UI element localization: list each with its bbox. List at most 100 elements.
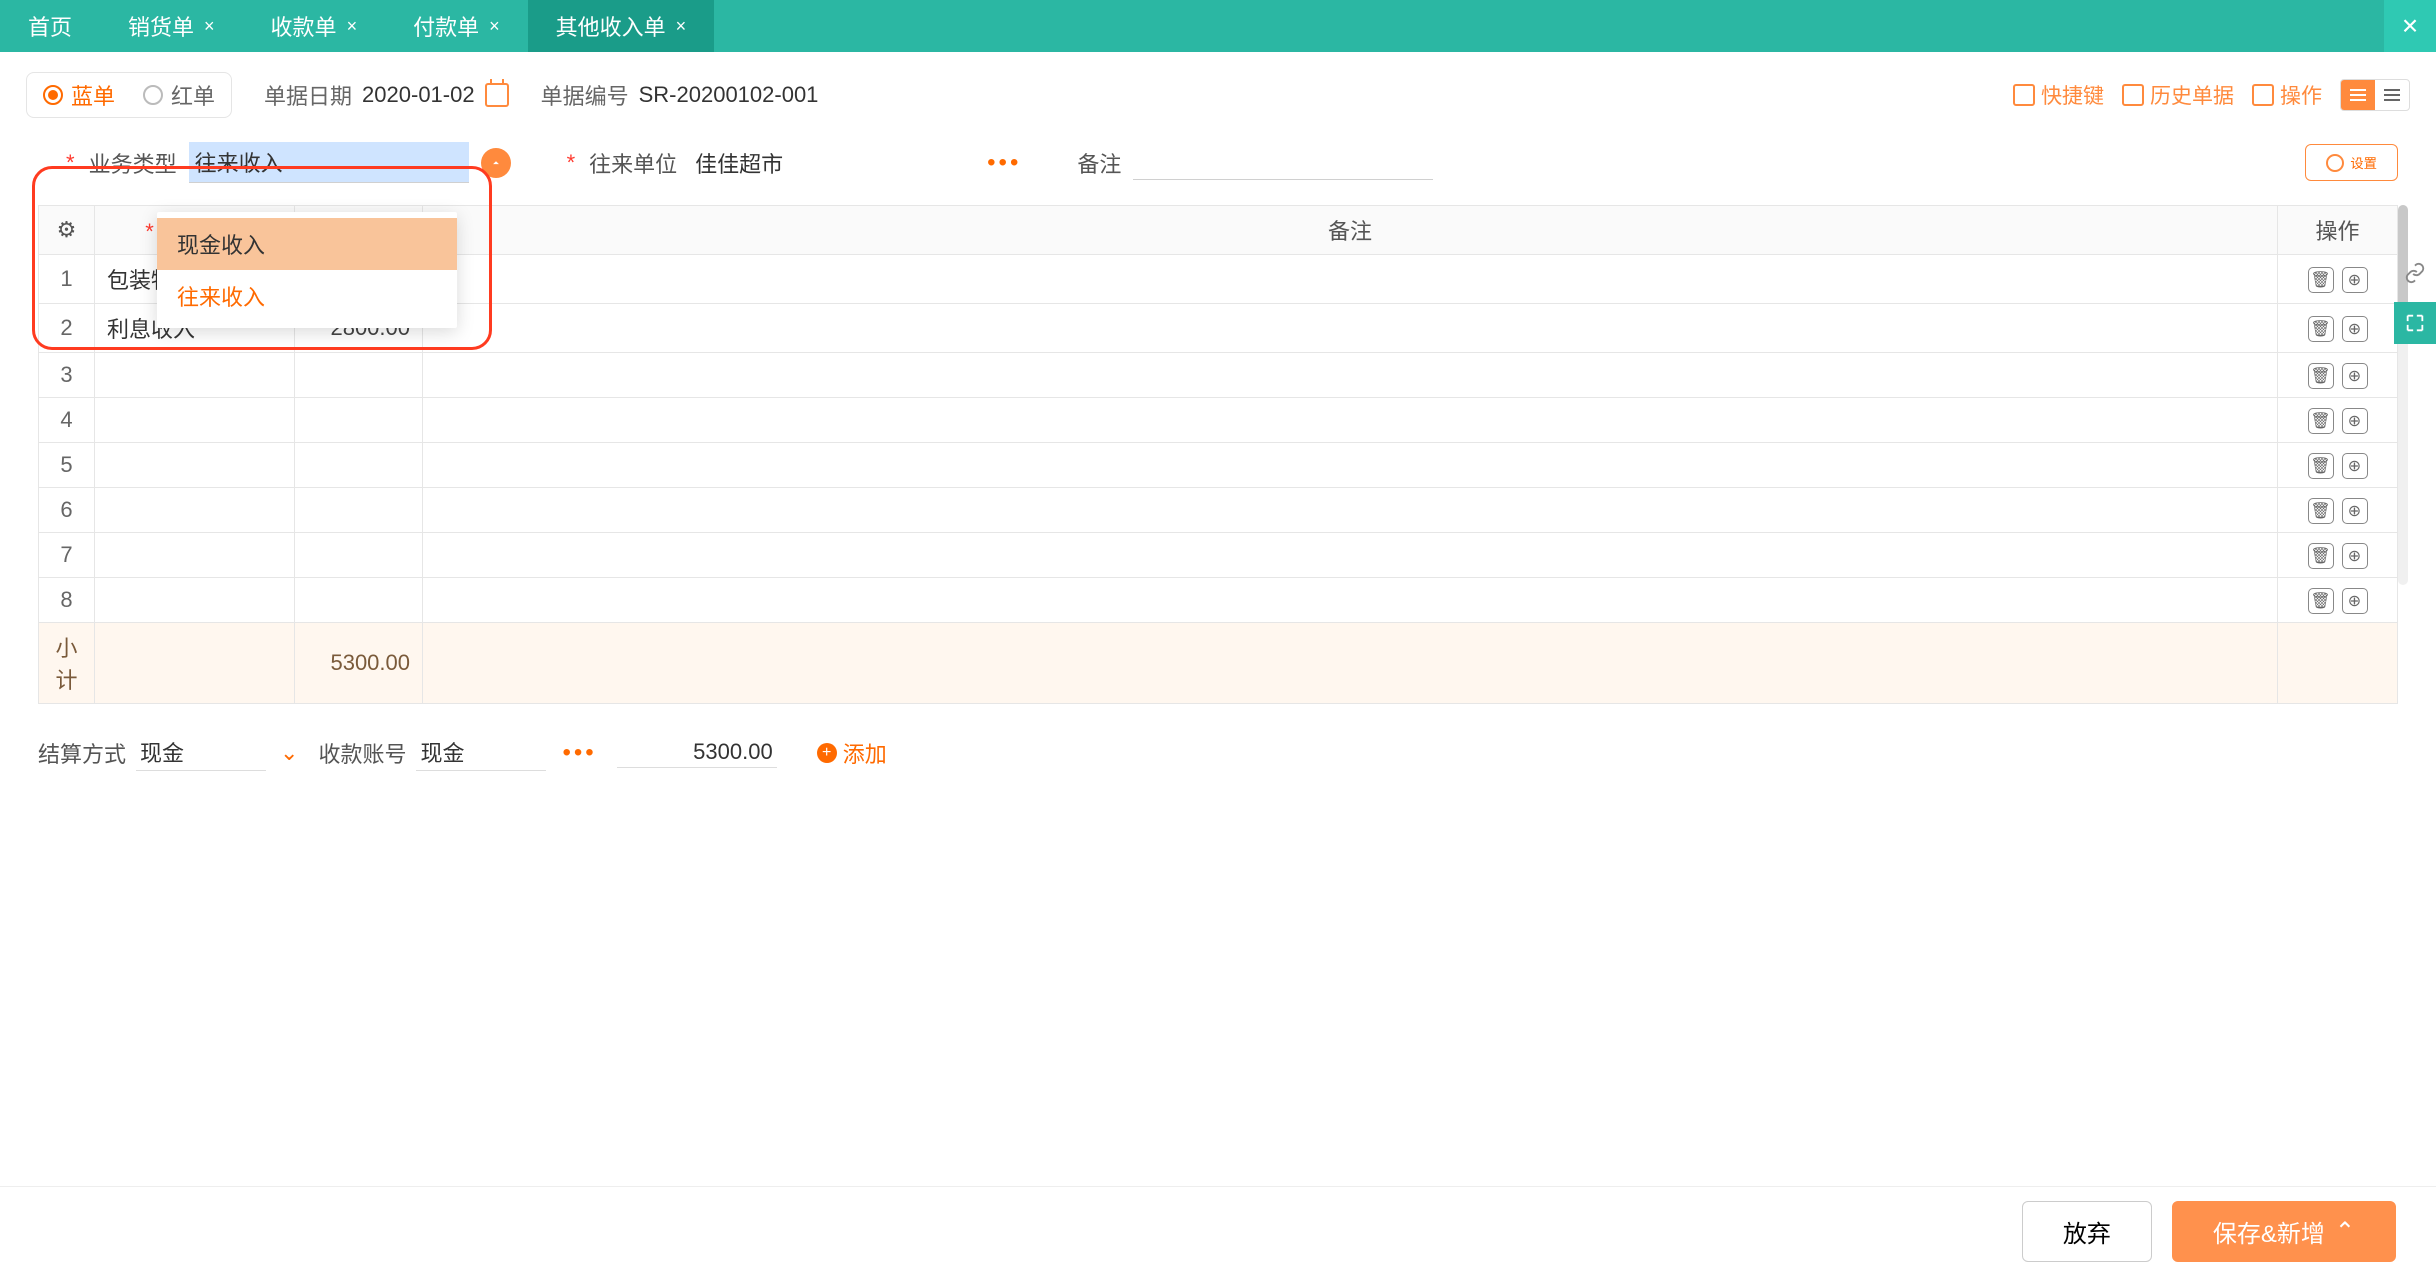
dropdown-item-receivable[interactable]: 往来收入 bbox=[157, 270, 457, 322]
add-row-icon[interactable]: ⊕ bbox=[2342, 498, 2368, 524]
cell-remark[interactable] bbox=[423, 398, 2278, 443]
delete-icon[interactable]: 🗑 bbox=[2308, 408, 2334, 434]
cell-ops: 🗑⊕ bbox=[2278, 398, 2398, 443]
cell-remark[interactable] bbox=[423, 488, 2278, 533]
delete-icon[interactable]: 🗑 bbox=[2308, 267, 2334, 293]
remark-input[interactable] bbox=[1133, 145, 1433, 180]
add-row-icon[interactable]: ⊕ bbox=[2342, 363, 2368, 389]
cell-amount[interactable] bbox=[295, 443, 423, 488]
cell-category[interactable] bbox=[95, 443, 295, 488]
partner-input[interactable]: 佳佳超市 bbox=[689, 143, 969, 183]
bill-type-radio-group: 蓝单 红单 bbox=[26, 72, 232, 118]
chevron-up-icon[interactable] bbox=[481, 148, 511, 178]
cell-category[interactable] bbox=[95, 398, 295, 443]
close-icon[interactable]: × bbox=[676, 16, 687, 37]
add-payment-button[interactable]: + 添加 bbox=[817, 737, 887, 769]
partner-label: 往来单位 bbox=[589, 147, 677, 179]
cell-remark[interactable] bbox=[423, 353, 2278, 398]
add-row-icon[interactable]: ⊕ bbox=[2342, 453, 2368, 479]
link-icon[interactable] bbox=[2394, 252, 2436, 294]
add-row-icon[interactable]: ⊕ bbox=[2342, 588, 2368, 614]
app-close-button[interactable]: × bbox=[2384, 0, 2436, 52]
cell-amount[interactable] bbox=[295, 398, 423, 443]
remark-field: 备注 bbox=[1077, 145, 1433, 180]
cell-remark[interactable] bbox=[423, 255, 2278, 304]
cell-category[interactable] bbox=[95, 578, 295, 623]
shortcut-link[interactable]: 快捷键 bbox=[2013, 80, 2104, 110]
delete-icon[interactable]: 🗑 bbox=[2308, 453, 2334, 479]
settings-button[interactable]: 设置 bbox=[2305, 144, 2398, 181]
tab-home[interactable]: 首页 bbox=[0, 0, 100, 52]
grid-view-button[interactable] bbox=[2375, 80, 2409, 110]
row-index: 7 bbox=[39, 533, 95, 578]
cell-category[interactable] bbox=[95, 353, 295, 398]
payment-amount-value[interactable]: 5300.00 bbox=[617, 737, 777, 768]
biz-type-label: 业务类型 bbox=[89, 147, 177, 179]
more-icon[interactable]: ••• bbox=[562, 739, 596, 767]
delete-icon[interactable]: 🗑 bbox=[2308, 363, 2334, 389]
add-row-icon[interactable]: ⊕ bbox=[2342, 543, 2368, 569]
bill-no-label: 单据编号 bbox=[541, 79, 629, 111]
cell-amount[interactable] bbox=[295, 488, 423, 533]
cell-amount[interactable] bbox=[295, 533, 423, 578]
side-toolbar bbox=[2394, 252, 2436, 344]
tab-payment[interactable]: 付款单× bbox=[385, 0, 528, 52]
tab-receipt[interactable]: 收款单× bbox=[243, 0, 386, 52]
chevron-up-icon: ⌃ bbox=[2335, 1217, 2355, 1246]
cell-ops: 🗑⊕ bbox=[2278, 578, 2398, 623]
partner-field: * 往来单位 佳佳超市 ••• bbox=[567, 143, 1022, 183]
cell-remark[interactable] bbox=[423, 533, 2278, 578]
delete-icon[interactable]: 🗑 bbox=[2308, 543, 2334, 569]
settle-value[interactable]: 现金 bbox=[136, 734, 266, 771]
add-row-icon[interactable]: ⊕ bbox=[2342, 316, 2368, 342]
footer: 放弃 保存&新增 ⌃ bbox=[0, 1186, 2436, 1276]
required-asterisk: * bbox=[567, 150, 576, 176]
dropdown-item-cash[interactable]: 现金收入 bbox=[157, 218, 457, 270]
delete-icon[interactable]: 🗑 bbox=[2308, 316, 2334, 342]
add-row-icon[interactable]: ⊕ bbox=[2342, 408, 2368, 434]
calendar-icon[interactable] bbox=[485, 83, 509, 107]
close-icon[interactable]: × bbox=[204, 16, 215, 37]
tab-other-income[interactable]: 其他收入单× bbox=[528, 0, 715, 52]
cell-ops: 🗑⊕ bbox=[2278, 353, 2398, 398]
keyboard-icon bbox=[2013, 84, 2035, 106]
list-view-button[interactable] bbox=[2341, 80, 2375, 110]
cell-remark[interactable] bbox=[423, 578, 2278, 623]
operations-link[interactable]: 操作 bbox=[2252, 80, 2322, 110]
save-and-new-button[interactable]: 保存&新增 ⌃ bbox=[2172, 1201, 2396, 1262]
cell-category[interactable] bbox=[95, 533, 295, 578]
history-link[interactable]: 历史单据 bbox=[2122, 80, 2234, 110]
table-row: 4🗑⊕ bbox=[39, 398, 2398, 443]
subtotal-label: 小计 bbox=[39, 623, 95, 704]
biz-type-input[interactable]: 往来收入 bbox=[189, 142, 469, 183]
expand-icon[interactable] bbox=[2394, 302, 2436, 344]
delete-icon[interactable]: 🗑 bbox=[2308, 498, 2334, 524]
add-row-icon[interactable]: ⊕ bbox=[2342, 267, 2368, 293]
cell-amount[interactable] bbox=[295, 578, 423, 623]
cell-remark[interactable] bbox=[423, 304, 2278, 353]
more-icon[interactable]: ••• bbox=[987, 149, 1021, 177]
radio-icon bbox=[143, 85, 163, 105]
delete-icon[interactable]: 🗑 bbox=[2308, 588, 2334, 614]
chevron-down-icon[interactable]: ⌄ bbox=[280, 740, 298, 766]
tab-sales[interactable]: 销货单× bbox=[100, 0, 243, 52]
red-bill-radio[interactable]: 红单 bbox=[143, 79, 215, 111]
form-row: * 业务类型 往来收入 * 往来单位 佳佳超市 ••• 备注 设置 bbox=[12, 132, 2424, 193]
gear-icon[interactable]: ⚙ bbox=[55, 218, 79, 242]
right-toolbar: 快捷键 历史单据 操作 bbox=[2013, 79, 2410, 111]
th-remark: 备注 bbox=[423, 206, 2278, 255]
row-index: 4 bbox=[39, 398, 95, 443]
row-index: 6 bbox=[39, 488, 95, 533]
close-icon[interactable]: × bbox=[489, 16, 500, 37]
account-value[interactable]: 现金 bbox=[416, 734, 546, 771]
bill-date-value[interactable]: 2020-01-02 bbox=[362, 82, 475, 108]
row-index: 1 bbox=[39, 255, 95, 304]
blue-bill-radio[interactable]: 蓝单 bbox=[43, 79, 115, 111]
cell-amount[interactable] bbox=[295, 353, 423, 398]
cell-ops: 🗑⊕ bbox=[2278, 488, 2398, 533]
cell-remark[interactable] bbox=[423, 443, 2278, 488]
bill-no-field: 单据编号 SR-20200102-001 bbox=[541, 79, 819, 111]
discard-button[interactable]: 放弃 bbox=[2022, 1201, 2152, 1262]
close-icon[interactable]: × bbox=[347, 16, 358, 37]
cell-category[interactable] bbox=[95, 488, 295, 533]
